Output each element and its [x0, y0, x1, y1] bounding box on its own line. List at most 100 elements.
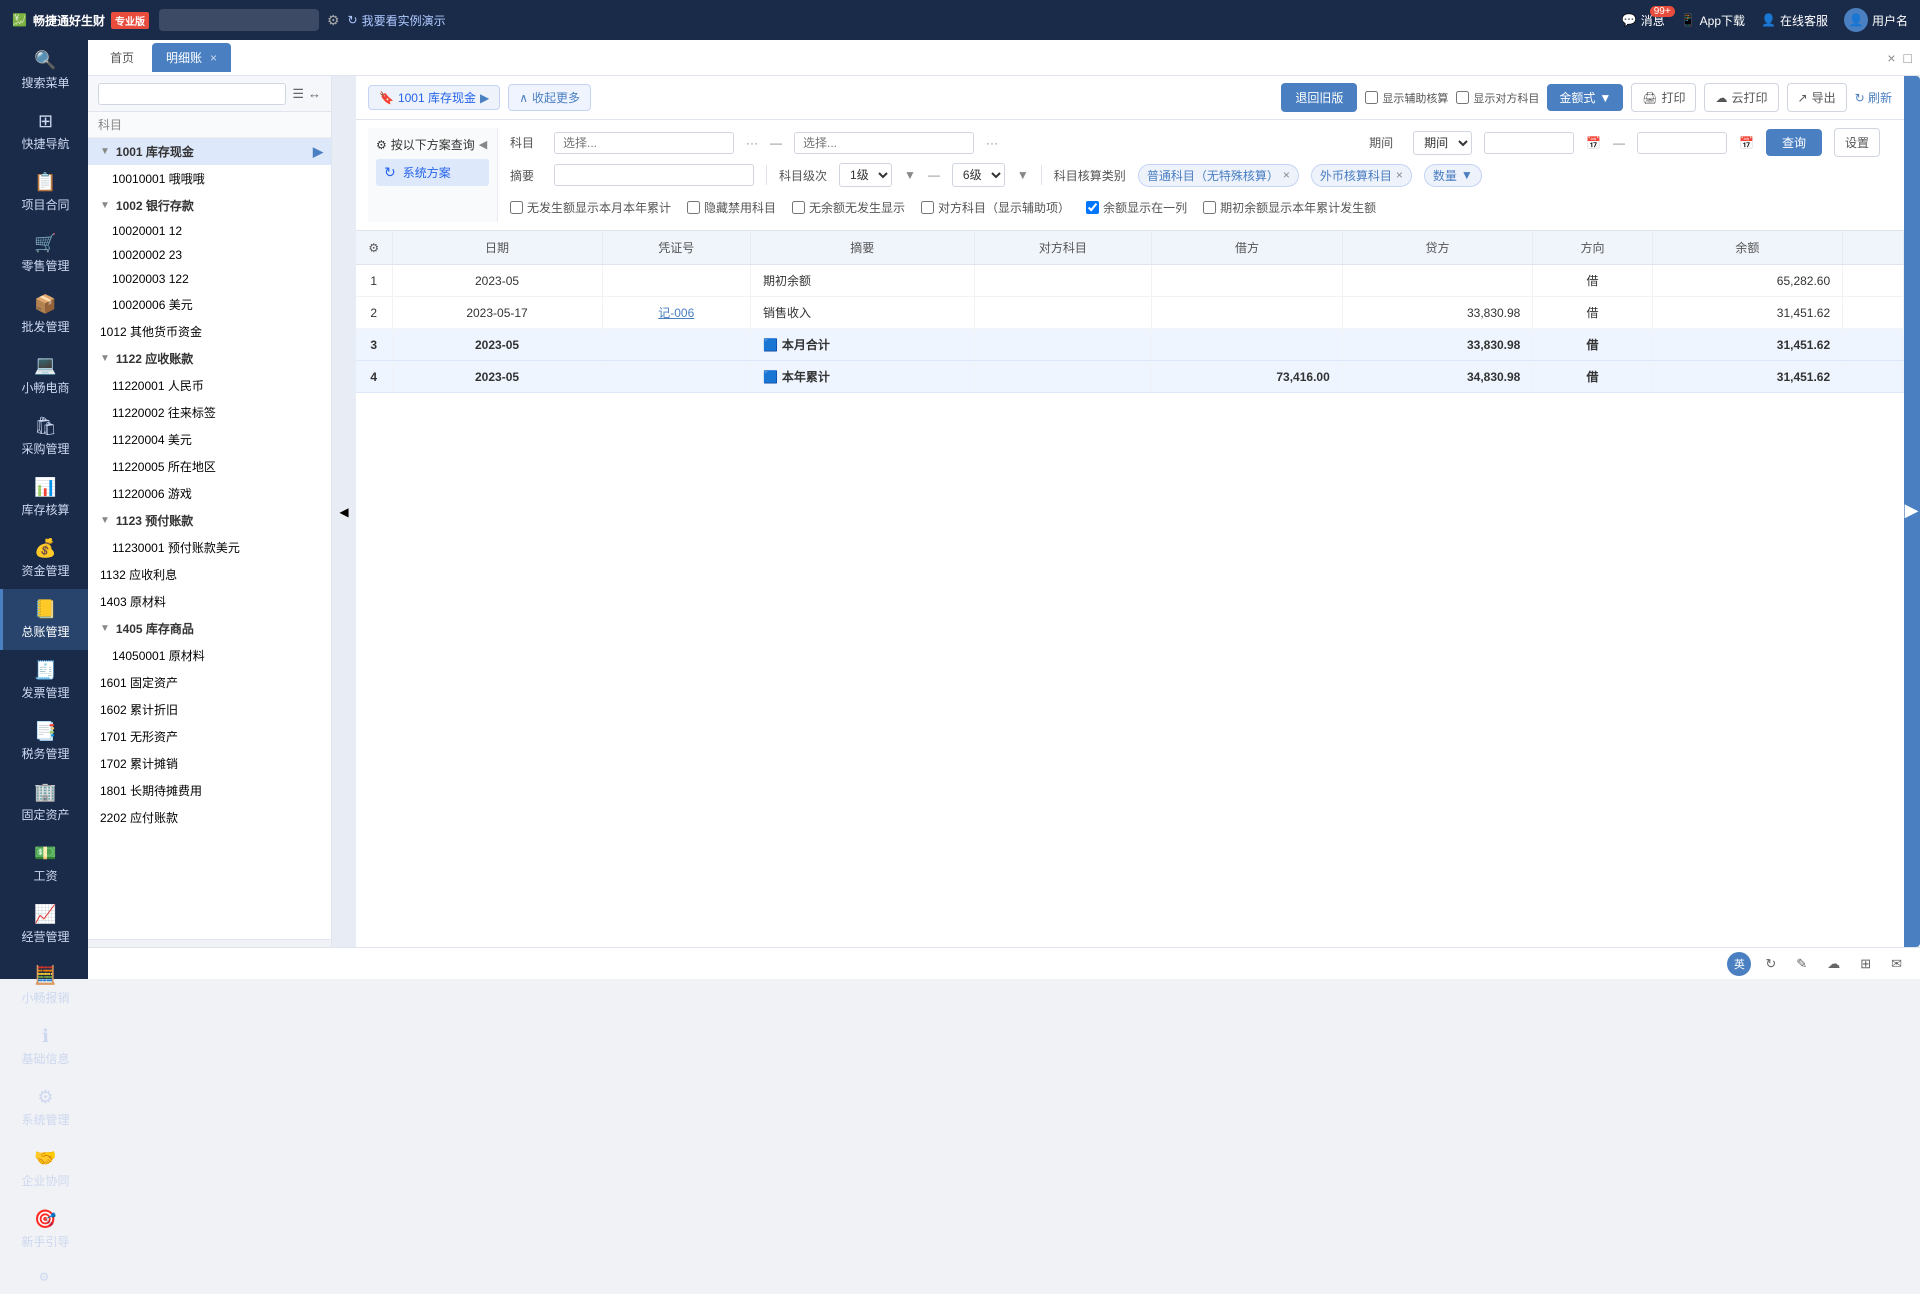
- tag-foreign-close-icon[interactable]: ×: [1396, 168, 1403, 182]
- tree-collapse-arrow[interactable]: ◀: [332, 76, 356, 947]
- tag-normal-close-icon[interactable]: ×: [1283, 168, 1290, 182]
- tree-node-2202[interactable]: 2202 应付账款: [88, 804, 331, 831]
- tree-horizontal-scrollbar[interactable]: [88, 939, 331, 947]
- filter-setting-button[interactable]: 设置: [1834, 128, 1880, 157]
- period-cal-icon2[interactable]: 📅: [1739, 136, 1754, 150]
- cb-hide-disabled-input[interactable]: [687, 201, 700, 214]
- tree-node-1012[interactable]: 1012 其他货币资金: [88, 318, 331, 345]
- bottom-grid-icon[interactable]: ⊞: [1854, 953, 1877, 975]
- tree-expand-icon[interactable]: ↔: [308, 86, 321, 102]
- export-button[interactable]: ↗ 导出: [1787, 83, 1847, 112]
- tree-scroll[interactable]: ▼ 1001 库存现金 ▶ 10010001 哦哦哦 ▼ 1002 银行存款: [88, 138, 331, 939]
- bottom-mail-icon[interactable]: ✉: [1885, 953, 1908, 975]
- sidebar-item-retail[interactable]: 🛒 零售管理: [0, 223, 88, 284]
- cloud-print-button[interactable]: ☁ 云打印: [1704, 83, 1778, 112]
- sidebar-item-inventory[interactable]: 📊 库存核算: [0, 467, 88, 528]
- node-arrow-icon[interactable]: ▶: [313, 144, 323, 160]
- summary-input[interactable]: [554, 164, 754, 186]
- sidebar-item-management[interactable]: 📈 经营管理: [0, 894, 88, 955]
- format-button[interactable]: 金额式 ▼: [1547, 84, 1623, 111]
- tree-node-1132[interactable]: 1132 应收利息: [88, 561, 331, 588]
- bottom-refresh-icon[interactable]: ↻: [1759, 953, 1782, 975]
- tree-node-1123[interactable]: ▼ 1123 预付账款: [88, 507, 331, 534]
- tree-node-11220001[interactable]: 11220001 人民币: [88, 372, 331, 399]
- level-to-select[interactable]: 6级: [952, 163, 1005, 187]
- message-button[interactable]: 💬 消息 99+: [1622, 12, 1665, 29]
- scheme-collapse-icon[interactable]: ◀: [479, 138, 487, 151]
- top-search-input[interactable]: [159, 9, 319, 31]
- scheme-setting-icon[interactable]: ⚙: [376, 138, 387, 152]
- sidebar-item-salary[interactable]: 💵 工资: [0, 833, 88, 894]
- lang-switch-button[interactable]: 英: [1727, 952, 1751, 976]
- tree-node-1601[interactable]: 1601 固定资产: [88, 669, 331, 696]
- sidebar-item-purchase[interactable]: 🛍 采购管理: [0, 406, 88, 467]
- tree-node-10020001[interactable]: 10020001 12: [88, 219, 331, 243]
- tab-home[interactable]: 首页: [96, 43, 148, 72]
- tree-node-11220002[interactable]: 11220002 往来标签: [88, 399, 331, 426]
- sidebar-item-report[interactable]: 🧮 小畅报销: [0, 955, 88, 1016]
- cb-no-balance-input[interactable]: [510, 201, 523, 214]
- sidebar-item-cooperation[interactable]: 🤝 企业协同: [0, 1138, 88, 1199]
- show-contra-input[interactable]: [1456, 91, 1469, 104]
- tree-node-1602[interactable]: 1602 累计折旧: [88, 696, 331, 723]
- account-search-input[interactable]: [98, 83, 286, 105]
- sidebar-item-ledger[interactable]: 📒 总账管理: [0, 589, 88, 650]
- td-voucher-link[interactable]: 记-006: [602, 297, 750, 329]
- tab-detail[interactable]: 明细账 ×: [152, 43, 231, 72]
- tree-node-11220005[interactable]: 11220005 所在地区: [88, 453, 331, 480]
- account-from-input[interactable]: [554, 132, 734, 154]
- period-cal-icon[interactable]: 📅: [1586, 136, 1601, 150]
- tree-node-1405[interactable]: ▼ 1405 库存商品: [88, 615, 331, 642]
- tree-node-1702[interactable]: 1702 累计摊销: [88, 750, 331, 777]
- sidebar-item-system[interactable]: ⚙ 系统管理: [0, 1077, 88, 1138]
- tree-node-10020002[interactable]: 10020002 23: [88, 243, 331, 267]
- tree-node-1701[interactable]: 1701 无形资产: [88, 723, 331, 750]
- print-button[interactable]: 🖨 打印: [1631, 83, 1696, 112]
- app-download-button[interactable]: 📱 App下载: [1681, 12, 1745, 29]
- sidebar-settings-button[interactable]: ⚙: [0, 1260, 88, 1294]
- cb-opening-cumul-input[interactable]: [1203, 201, 1216, 214]
- expand-more-button[interactable]: ∧ 收起更多: [508, 84, 591, 111]
- sidebar-item-search[interactable]: 🔍 搜索菜单: [0, 40, 88, 101]
- right-edge-tab[interactable]: ▶: [1904, 76, 1920, 947]
- show-aux-input[interactable]: [1365, 91, 1378, 104]
- tree-node-14050001[interactable]: 14050001 原材料: [88, 642, 331, 669]
- refresh-button[interactable]: ↻ 刷新: [1855, 89, 1892, 106]
- sidebar-item-wholesale[interactable]: 📦 批发管理: [0, 284, 88, 345]
- sidebar-item-base[interactable]: ℹ 基础信息: [0, 1016, 88, 1077]
- cb-balance-col-input[interactable]: [1086, 201, 1099, 214]
- tree-node-1122[interactable]: ▼ 1122 应收账款: [88, 345, 331, 372]
- sidebar-item-contract[interactable]: 📋 项目合同: [0, 162, 88, 223]
- period-from-input[interactable]: 2023-05: [1484, 132, 1574, 154]
- quantity-chevron-icon[interactable]: ▼: [1461, 168, 1473, 182]
- sidebar-item-guide[interactable]: 🎯 新手引导: [0, 1199, 88, 1260]
- level-from-select[interactable]: 1级: [839, 163, 892, 187]
- window-close-button[interactable]: ×: [1887, 50, 1895, 66]
- cb-no-balance-show-input[interactable]: [792, 201, 805, 214]
- scheme-item-system[interactable]: ↻ 系统方案: [376, 159, 489, 186]
- sidebar-item-invoice[interactable]: 🧾 发票管理: [0, 650, 88, 711]
- sidebar-item-ecommerce[interactable]: 💻 小畅电商: [0, 345, 88, 406]
- tree-node-1801[interactable]: 1801 长期待摊费用: [88, 777, 331, 804]
- query-button[interactable]: 查询: [1766, 129, 1822, 156]
- period-to-input[interactable]: 2023-05: [1637, 132, 1727, 154]
- online-service-button[interactable]: 👤 在线客服: [1761, 12, 1828, 29]
- tree-list-icon[interactable]: ☰: [292, 86, 304, 102]
- period-type-select[interactable]: 期间: [1413, 131, 1472, 155]
- tree-node-1403[interactable]: 1403 原材料: [88, 588, 331, 615]
- user-profile[interactable]: 👤 用户名: [1844, 8, 1908, 32]
- account-to-input[interactable]: [794, 132, 974, 154]
- sidebar-item-capital[interactable]: 💰 资金管理: [0, 528, 88, 589]
- window-max-button[interactable]: □: [1904, 50, 1912, 66]
- tree-node-11220006[interactable]: 11220006 游戏: [88, 480, 331, 507]
- return-old-version-button[interactable]: 退回旧版: [1281, 83, 1357, 112]
- sidebar-item-assets[interactable]: 🏢 固定资产: [0, 772, 88, 833]
- tree-node-11220004[interactable]: 11220004 美元: [88, 426, 331, 453]
- sidebar-item-tax[interactable]: 📑 税务管理: [0, 711, 88, 772]
- bottom-cloud-icon[interactable]: ☁: [1821, 953, 1846, 975]
- settings-icon[interactable]: ⚙: [327, 12, 340, 29]
- tree-node-1001[interactable]: ▼ 1001 库存现金 ▶: [88, 138, 331, 165]
- tree-node-11230001[interactable]: 11230001 预付账款美元: [88, 534, 331, 561]
- tree-node-1002[interactable]: ▼ 1002 银行存款: [88, 192, 331, 219]
- tab-close-icon[interactable]: ×: [210, 51, 217, 65]
